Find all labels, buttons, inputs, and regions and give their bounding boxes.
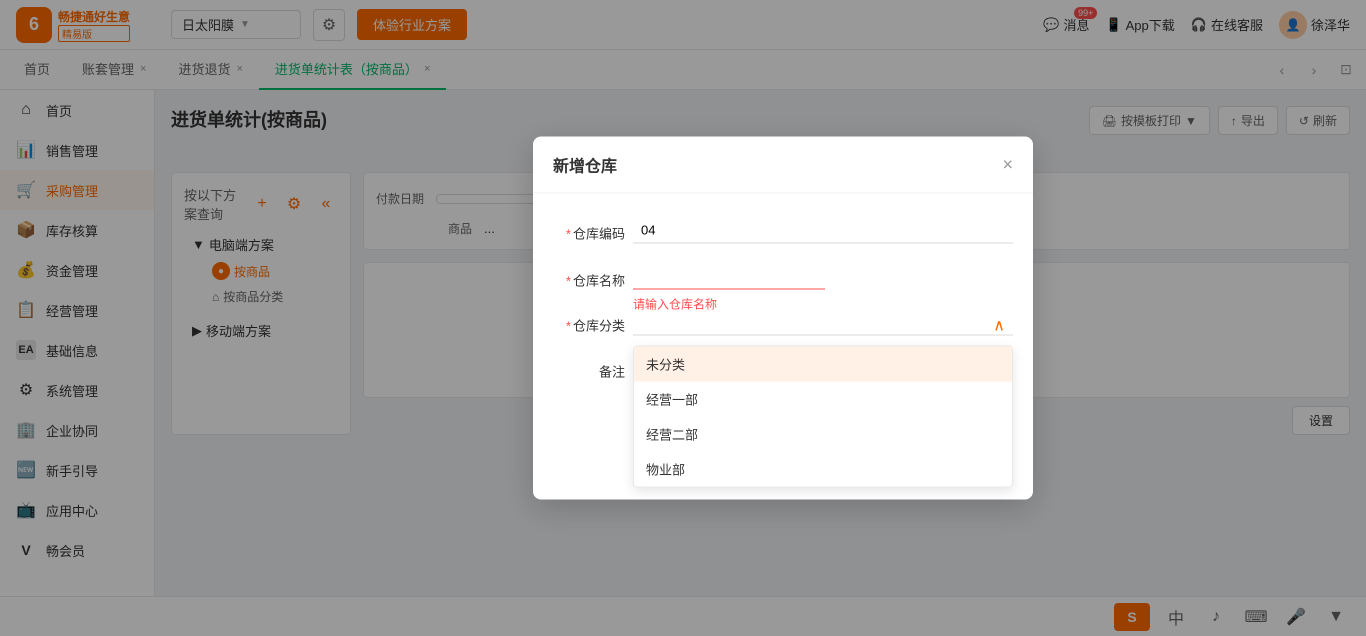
add-warehouse-modal: 新增仓库 × 仓库编码 仓库名称 请输入仓库名称 仓库分类 ∧ 未分类 [533,137,1033,500]
dropdown-item-2[interactable]: 经营二部 [634,417,1012,452]
category-dropdown: 未分类 经营一部 经营二部 物业部 [633,346,1013,488]
code-label: 仓库编码 [553,218,633,243]
modal-close-button[interactable]: × [1002,154,1013,175]
form-item-category: 仓库分类 ∧ 未分类 经营一部 经营二部 物业部 [553,310,1013,336]
dropdown-item-0[interactable]: 未分类 [634,347,1012,382]
category-input[interactable] [633,310,1013,336]
modal-header: 新增仓库 × [533,137,1033,194]
dropdown-item-3[interactable]: 物业部 [634,452,1012,487]
category-label: 仓库分类 [553,310,633,335]
name-input[interactable] [633,264,825,290]
dropdown-item-1[interactable]: 经营一部 [634,382,1012,417]
form-item-name: 仓库名称 请输入仓库名称 [553,264,1013,290]
modal-body: 仓库编码 仓库名称 请输入仓库名称 仓库分类 ∧ 未分类 经营一部 经营二部 [533,194,1033,432]
category-arrow-icon[interactable]: ∧ [993,316,1005,336]
modal-title: 新增仓库 [553,153,617,177]
code-input[interactable] [633,218,1013,244]
category-select-wrap: ∧ 未分类 经营一部 经营二部 物业部 [633,310,1013,336]
form-item-code: 仓库编码 [553,218,1013,244]
note-label: 备注 [553,356,633,381]
name-label: 仓库名称 [553,264,633,289]
